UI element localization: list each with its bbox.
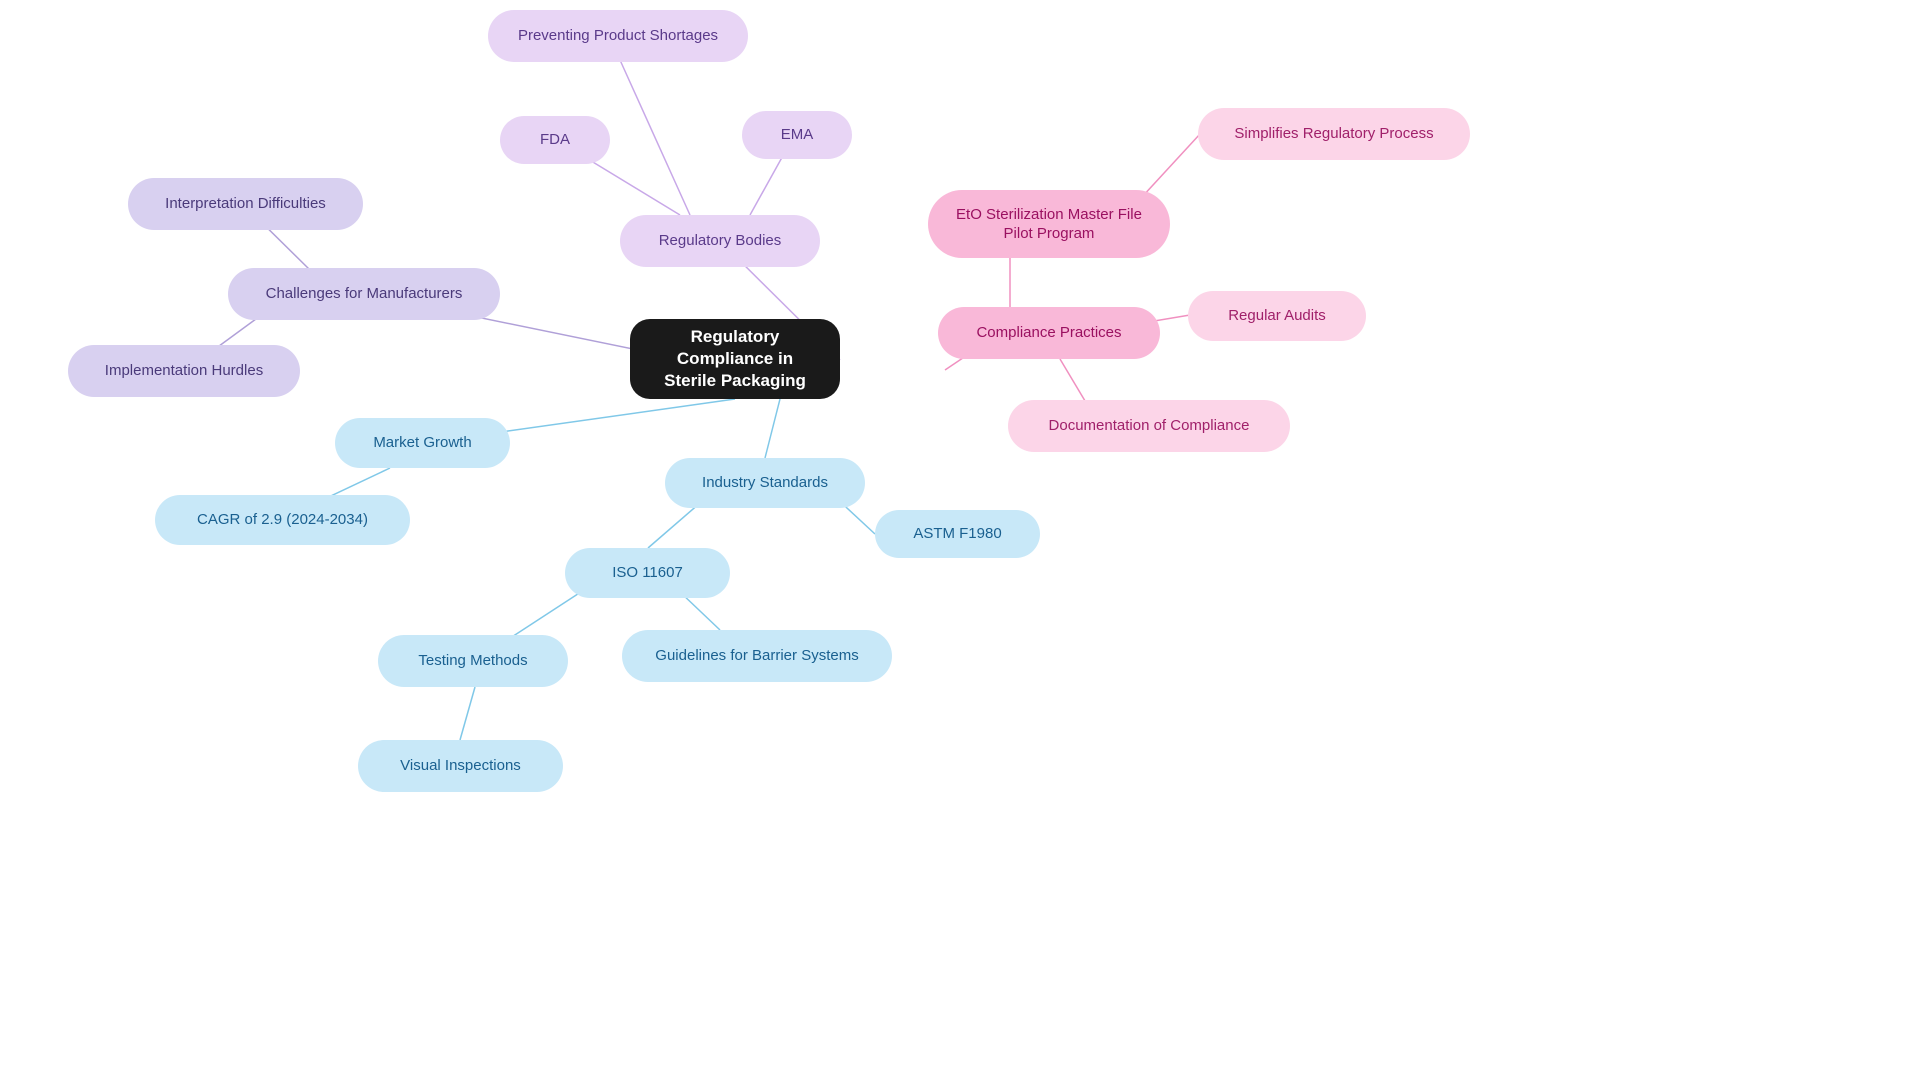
ema-node: EMA bbox=[742, 111, 852, 159]
industry-standards-label: Industry Standards bbox=[702, 473, 828, 493]
astm-label: ASTM F1980 bbox=[913, 524, 1001, 544]
cagr-node: CAGR of 2.9 (2024-2034) bbox=[155, 495, 410, 545]
documentation-compliance-label: Documentation of Compliance bbox=[1049, 416, 1250, 436]
documentation-compliance-node: Documentation of Compliance bbox=[1008, 400, 1290, 452]
industry-standards-node: Industry Standards bbox=[665, 458, 865, 508]
implementation-hurdles-label: Implementation Hurdles bbox=[105, 361, 263, 381]
center-node: Regulatory Compliance in Sterile Packagi… bbox=[630, 319, 840, 399]
visual-inspections-node: Visual Inspections bbox=[358, 740, 563, 792]
regulatory-bodies-label: Regulatory Bodies bbox=[659, 231, 782, 251]
testing-methods-node: Testing Methods bbox=[378, 635, 568, 687]
iso-label: ISO 11607 bbox=[612, 563, 683, 583]
regular-audits-node: Regular Audits bbox=[1188, 291, 1366, 341]
testing-methods-label: Testing Methods bbox=[418, 651, 527, 671]
eto-sterilization-label: EtO Sterilization Master File Pilot Prog… bbox=[956, 205, 1142, 244]
center-label: Regulatory Compliance in Sterile Packagi… bbox=[648, 326, 822, 392]
interpretation-difficulties-label: Interpretation Difficulties bbox=[165, 194, 326, 214]
astm-node: ASTM F1980 bbox=[875, 510, 1040, 558]
preventing-shortages-node: Preventing Product Shortages bbox=[488, 10, 748, 62]
eto-sterilization-node: EtO Sterilization Master File Pilot Prog… bbox=[928, 190, 1170, 258]
challenges-manufacturers-label: Challenges for Manufacturers bbox=[266, 284, 463, 304]
market-growth-label: Market Growth bbox=[373, 433, 471, 453]
preventing-shortages-label: Preventing Product Shortages bbox=[518, 26, 718, 46]
simplifies-regulatory-node: Simplifies Regulatory Process bbox=[1198, 108, 1470, 160]
iso-node: ISO 11607 bbox=[565, 548, 730, 598]
challenges-manufacturers-node: Challenges for Manufacturers bbox=[228, 268, 500, 320]
compliance-practices-label: Compliance Practices bbox=[976, 323, 1121, 343]
fda-node: FDA bbox=[500, 116, 610, 164]
compliance-practices-node: Compliance Practices bbox=[938, 307, 1160, 359]
guidelines-barrier-node: Guidelines for Barrier Systems bbox=[622, 630, 892, 682]
regulatory-bodies-node: Regulatory Bodies bbox=[620, 215, 820, 267]
regular-audits-label: Regular Audits bbox=[1228, 306, 1326, 326]
cagr-label: CAGR of 2.9 (2024-2034) bbox=[197, 510, 368, 530]
interpretation-difficulties-node: Interpretation Difficulties bbox=[128, 178, 363, 230]
ema-label: EMA bbox=[781, 125, 814, 145]
simplifies-regulatory-label: Simplifies Regulatory Process bbox=[1234, 124, 1433, 144]
fda-label: FDA bbox=[540, 130, 570, 150]
implementation-hurdles-node: Implementation Hurdles bbox=[68, 345, 300, 397]
visual-inspections-label: Visual Inspections bbox=[400, 756, 521, 776]
market-growth-node: Market Growth bbox=[335, 418, 510, 468]
guidelines-barrier-label: Guidelines for Barrier Systems bbox=[655, 646, 858, 666]
